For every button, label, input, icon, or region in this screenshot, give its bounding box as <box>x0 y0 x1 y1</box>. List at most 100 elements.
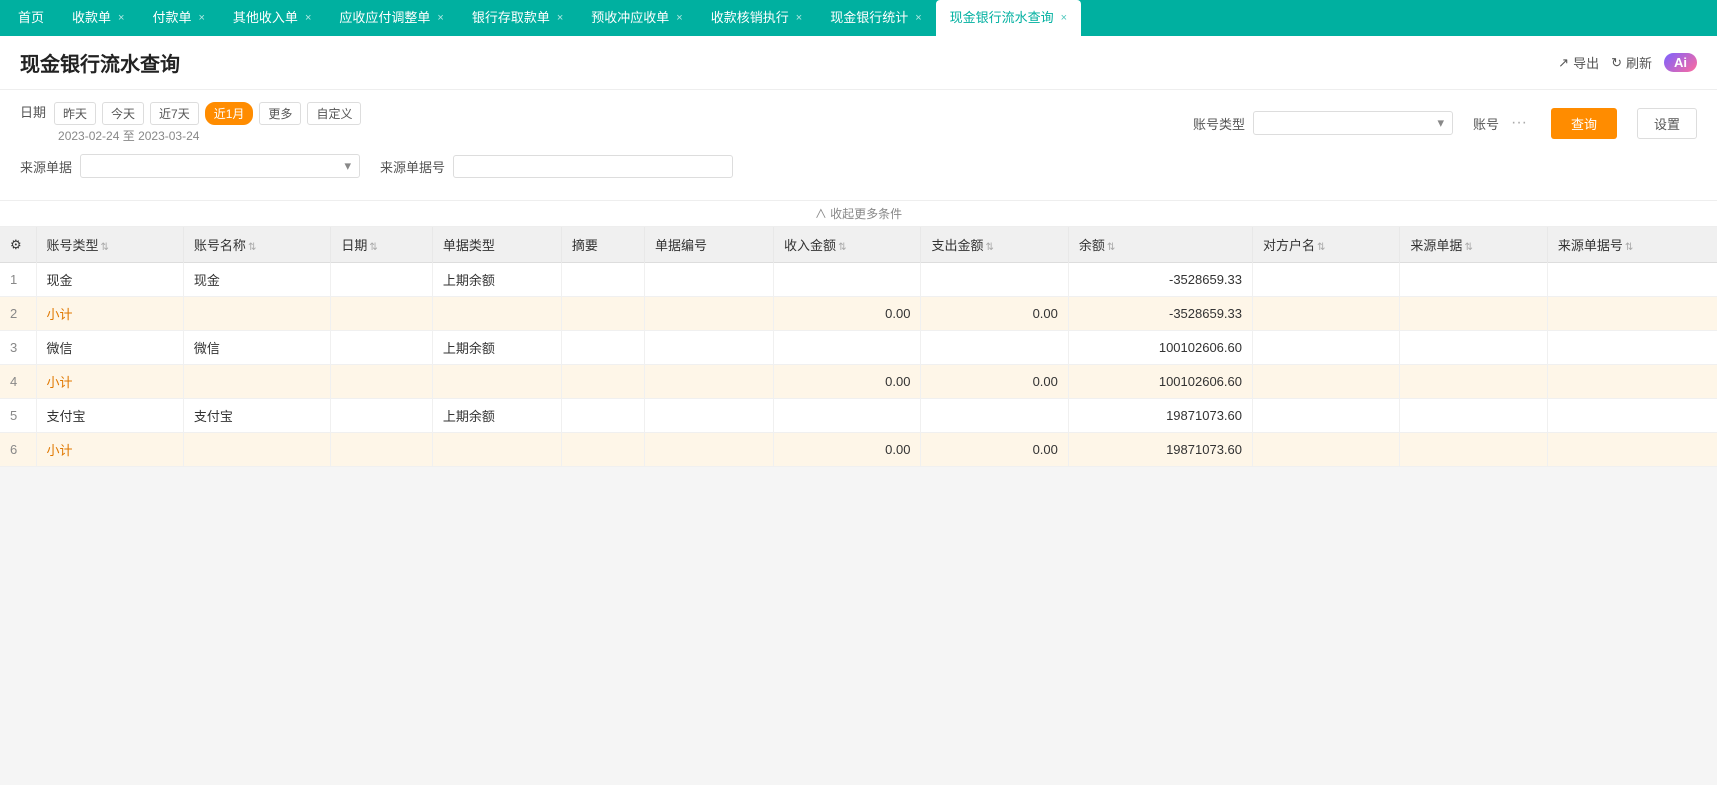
col-account-name[interactable]: 账号名称⇅ <box>183 227 330 263</box>
cell-counterparty <box>1253 399 1400 433</box>
nav-item-advance[interactable]: 预收冲应收单 × <box>577 0 696 36</box>
nav-close-payment[interactable]: × <box>198 0 204 36</box>
cell-date <box>331 263 432 297</box>
nav-item-bank-stats[interactable]: 现金银行统计 × <box>816 0 935 36</box>
col-summary[interactable]: 摘要 <box>561 227 644 263</box>
date-btn-more[interactable]: 更多 <box>259 102 301 125</box>
table-row[interactable]: 5支付宝支付宝上期余额19871073.60 <box>0 399 1717 433</box>
dots-button[interactable]: ··· <box>1507 114 1531 132</box>
nav-close-bank-deposit[interactable]: × <box>557 0 563 36</box>
cell-income: 0.00 <box>774 433 921 467</box>
cell-source-doc-no <box>1547 331 1717 365</box>
cell-account-name: 现金 <box>183 263 330 297</box>
sort-icon-expense: ⇅ <box>985 242 993 253</box>
refresh-button[interactable]: ↻ 刷新 <box>1611 53 1652 72</box>
query-button[interactable]: 查询 <box>1551 108 1617 139</box>
cell-summary <box>561 263 644 297</box>
cell-balance: 19871073.60 <box>1068 399 1252 433</box>
cell-expense: 0.00 <box>921 433 1068 467</box>
refresh-icon: ↻ <box>1611 55 1622 71</box>
table-row[interactable]: 1现金现金上期余额-3528659.33 <box>0 263 1717 297</box>
cell-source-doc <box>1400 365 1547 399</box>
cell-source-doc-no <box>1547 297 1717 331</box>
cell-doc-no <box>644 433 773 467</box>
sort-icon-account-name: ⇅ <box>248 242 256 253</box>
source-doc-select[interactable]: ▾ <box>80 154 360 178</box>
col-balance[interactable]: 余额⇅ <box>1068 227 1252 263</box>
cell-num: 1 <box>0 263 36 297</box>
nav-item-payment[interactable]: 付款单 × <box>138 0 218 36</box>
date-btn-7days[interactable]: 近7天 <box>150 102 199 125</box>
col-date[interactable]: 日期⇅ <box>331 227 432 263</box>
nav-item-home[interactable]: 首页 <box>4 0 58 36</box>
nav-item-bank-deposit[interactable]: 银行存取款单 × <box>458 0 577 36</box>
col-account-type[interactable]: 账号类型⇅ <box>36 227 183 263</box>
table-header-row: ⚙ 账号类型⇅ 账号名称⇅ 日期⇅ 单据类型 摘要 单据编号 收入金额⇅ <box>0 227 1717 263</box>
col-doc-no[interactable]: 单据编号 <box>644 227 773 263</box>
nav-close-verification[interactable]: × <box>796 0 802 36</box>
cell-num: 5 <box>0 399 36 433</box>
col-doc-type[interactable]: 单据类型 <box>432 227 561 263</box>
nav-close-advance[interactable]: × <box>676 0 682 36</box>
cell-source-doc <box>1400 297 1547 331</box>
nav-close-receipt[interactable]: × <box>118 0 124 36</box>
table-row[interactable]: 3微信微信上期余额100102606.60 <box>0 331 1717 365</box>
cell-balance: 19871073.60 <box>1068 433 1252 467</box>
col-counterparty[interactable]: 对方户名⇅ <box>1253 227 1400 263</box>
collapse-bar[interactable]: ∧ 收起更多条件 <box>0 201 1717 227</box>
table-row[interactable]: 4小计0.000.00100102606.60 <box>0 365 1717 399</box>
ai-button[interactable]: Ai <box>1664 53 1697 72</box>
cell-source-doc <box>1400 433 1547 467</box>
filter-row-1: 日期 昨天 今天 近7天 近1月 更多 自定义 2023-02-24 至 202… <box>20 102 1697 144</box>
nav-item-adjustment[interactable]: 应收应付调整单 × <box>325 0 457 36</box>
col-expense[interactable]: 支出金额⇅ <box>921 227 1068 263</box>
date-filter-label: 日期 <box>20 102 46 121</box>
cell-expense <box>921 399 1068 433</box>
date-btn-custom[interactable]: 自定义 <box>307 102 361 125</box>
cell-source-doc-no <box>1547 365 1717 399</box>
nav-item-other-income[interactable]: 其他收入单 × <box>219 0 325 36</box>
cell-doc-no <box>644 331 773 365</box>
nav-item-verification[interactable]: 收款核销执行 × <box>697 0 816 36</box>
cell-expense <box>921 263 1068 297</box>
date-filter-group: 日期 昨天 今天 近7天 近1月 更多 自定义 2023-02-24 至 202… <box>20 102 361 144</box>
date-btn-group: 昨天 今天 近7天 近1月 更多 自定义 <box>54 102 361 125</box>
col-source-doc-no[interactable]: 来源单据号⇅ <box>1547 227 1717 263</box>
cell-summary <box>561 365 644 399</box>
nav-close-adjustment[interactable]: × <box>437 0 443 36</box>
cell-account-type: 小计 <box>36 433 183 467</box>
nav-label-bank-stats: 现金银行统计 <box>830 0 908 36</box>
nav-close-bank-flow[interactable]: × <box>1061 0 1067 36</box>
nav-label-bank-flow: 现金银行流水查询 <box>950 0 1054 36</box>
cell-account-name <box>183 365 330 399</box>
cell-source-doc-no <box>1547 263 1717 297</box>
nav-close-bank-stats[interactable]: × <box>915 0 921 36</box>
collapse-label: 收起更多条件 <box>830 207 902 221</box>
filter-row-2: 来源单据 ▾ 来源单据号 <box>20 154 1697 178</box>
cell-num: 4 <box>0 365 36 399</box>
cell-income <box>774 331 921 365</box>
nav-label-payment: 付款单 <box>152 0 191 36</box>
nav-item-bank-flow[interactable]: 现金银行流水查询 × <box>936 0 1081 36</box>
col-source-doc[interactable]: 来源单据⇅ <box>1400 227 1547 263</box>
cell-account-name <box>183 433 330 467</box>
col-income[interactable]: 收入金额⇅ <box>774 227 921 263</box>
date-btn-yesterday[interactable]: 昨天 <box>54 102 96 125</box>
source-doc-num-input[interactable] <box>453 155 733 178</box>
account-type-select[interactable]: ▾ <box>1253 111 1453 135</box>
date-filter-controls: 昨天 今天 近7天 近1月 更多 自定义 2023-02-24 至 2023-0… <box>54 102 361 144</box>
date-range-display: 2023-02-24 至 2023-03-24 <box>58 127 361 144</box>
col-gear[interactable]: ⚙ <box>0 227 36 263</box>
table-row[interactable]: 6小计0.000.0019871073.60 <box>0 433 1717 467</box>
table-row[interactable]: 2小计0.000.00-3528659.33 <box>0 297 1717 331</box>
settings-button[interactable]: 设置 <box>1637 108 1697 139</box>
cell-date <box>331 399 432 433</box>
date-btn-1month[interactable]: 近1月 <box>205 102 254 125</box>
nav-item-receipt[interactable]: 收款单 × <box>58 0 138 36</box>
cell-income: 0.00 <box>774 365 921 399</box>
cell-date <box>331 297 432 331</box>
date-btn-today[interactable]: 今天 <box>102 102 144 125</box>
export-button[interactable]: ↗ 导出 <box>1558 53 1599 72</box>
nav-close-other-income[interactable]: × <box>305 0 311 36</box>
cell-num: 2 <box>0 297 36 331</box>
